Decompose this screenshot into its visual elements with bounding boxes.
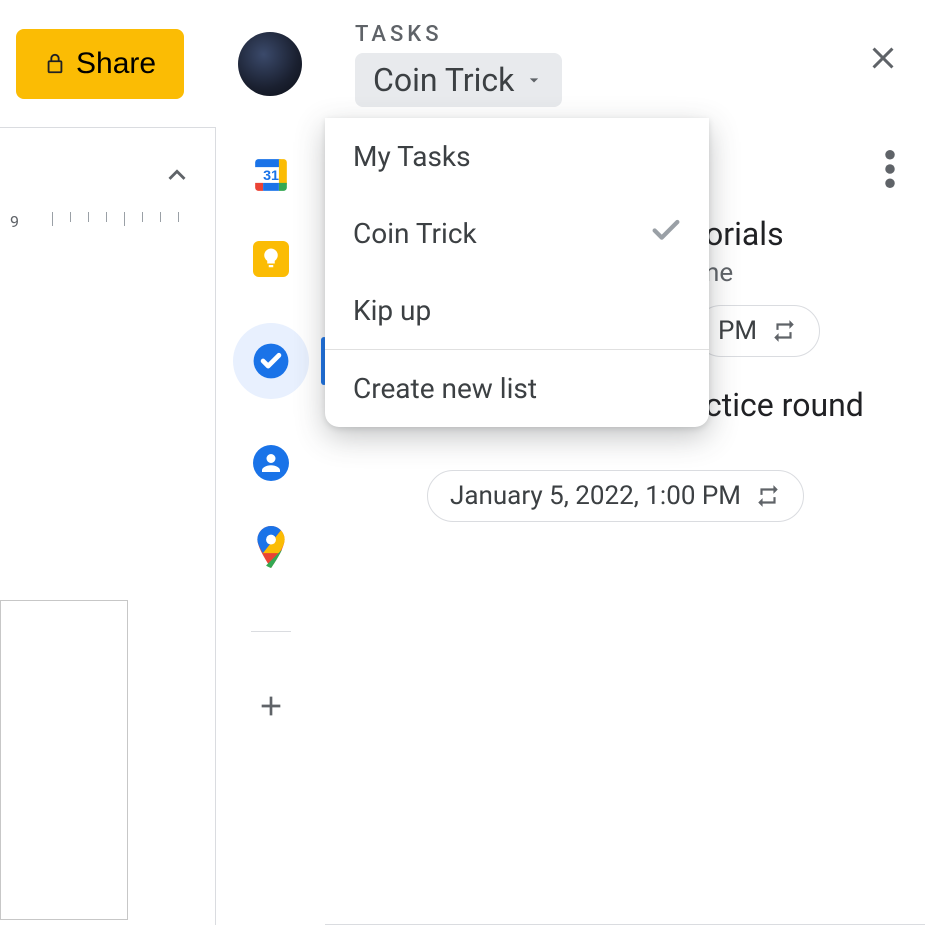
- toolbar-divider: [0, 127, 215, 128]
- add-addon-button[interactable]: [251, 686, 291, 726]
- task-more-menu[interactable]: [885, 150, 895, 192]
- close-panel-button[interactable]: [865, 40, 901, 80]
- tasks-header: TASKS Coin Trick: [325, 0, 925, 117]
- dropdown-item-label: My Tasks: [353, 140, 471, 173]
- plus-icon: [255, 690, 287, 722]
- tasks-icon: [252, 342, 290, 380]
- dropdown-item-coin-trick[interactable]: Coin Trick: [325, 195, 709, 272]
- contacts-app-icon[interactable]: [251, 443, 291, 483]
- dropdown-item-my-tasks[interactable]: My Tasks: [325, 118, 709, 195]
- contacts-icon: [253, 445, 289, 481]
- tasks-panel-label: TASKS: [355, 22, 895, 47]
- share-label: Share: [76, 47, 156, 81]
- create-list-label: Create new list: [353, 372, 537, 405]
- avatar[interactable]: [238, 32, 302, 96]
- task-list-dropdown: My Tasks Coin Trick Kip up Create new li…: [325, 118, 709, 427]
- tasks-panel: TASKS Coin Trick orials ne PM ctice roun…: [325, 0, 925, 925]
- task-title-partial: orials: [705, 215, 784, 253]
- keep-icon: [253, 241, 289, 277]
- calendar-app-icon[interactable]: 31: [251, 155, 291, 195]
- maps-app-icon[interactable]: [251, 527, 291, 567]
- close-icon: [865, 40, 901, 76]
- repeat-icon: [771, 318, 797, 344]
- task-date-text-2: January 5, 2022, 1:00 PM: [450, 481, 741, 511]
- dropdown-item-kip-up[interactable]: Kip up: [325, 272, 709, 349]
- task-list-selector[interactable]: Coin Trick: [355, 53, 562, 107]
- share-button[interactable]: Share: [16, 29, 184, 99]
- dropdown-triangle-icon: [524, 70, 544, 90]
- tasks-app-icon[interactable]: [233, 323, 309, 399]
- dropdown-item-label: Coin Trick: [353, 217, 477, 250]
- task-date-text-partial: PM: [718, 316, 757, 346]
- chevron-up-icon: [160, 158, 194, 192]
- selected-list-name: Coin Trick: [373, 61, 514, 99]
- collapse-toolbar-button[interactable]: [155, 153, 199, 197]
- more-vert-icon: [885, 150, 895, 188]
- task-title-2-partial: ctice round: [705, 386, 864, 424]
- svg-text:31: 31: [263, 168, 279, 184]
- dropdown-item-label: Kip up: [353, 294, 431, 327]
- dropdown-create-new-list[interactable]: Create new list: [325, 350, 709, 427]
- side-panel-rail: 31: [215, 127, 325, 925]
- task-date-pill-2[interactable]: January 5, 2022, 1:00 PM: [427, 470, 804, 522]
- task-subtitle-partial: ne: [705, 258, 733, 288]
- keep-app-icon[interactable]: [251, 239, 291, 279]
- repeat-icon: [755, 483, 781, 509]
- rail-divider: [251, 631, 291, 632]
- maps-icon: [256, 526, 286, 568]
- lock-icon: [44, 51, 66, 77]
- calendar-icon: 31: [252, 156, 290, 194]
- document-page: [0, 600, 128, 920]
- check-icon: [649, 213, 683, 254]
- task-date-pill-1[interactable]: PM: [695, 305, 820, 357]
- ruler-number: 9: [10, 212, 19, 231]
- ruler: 9: [0, 212, 215, 234]
